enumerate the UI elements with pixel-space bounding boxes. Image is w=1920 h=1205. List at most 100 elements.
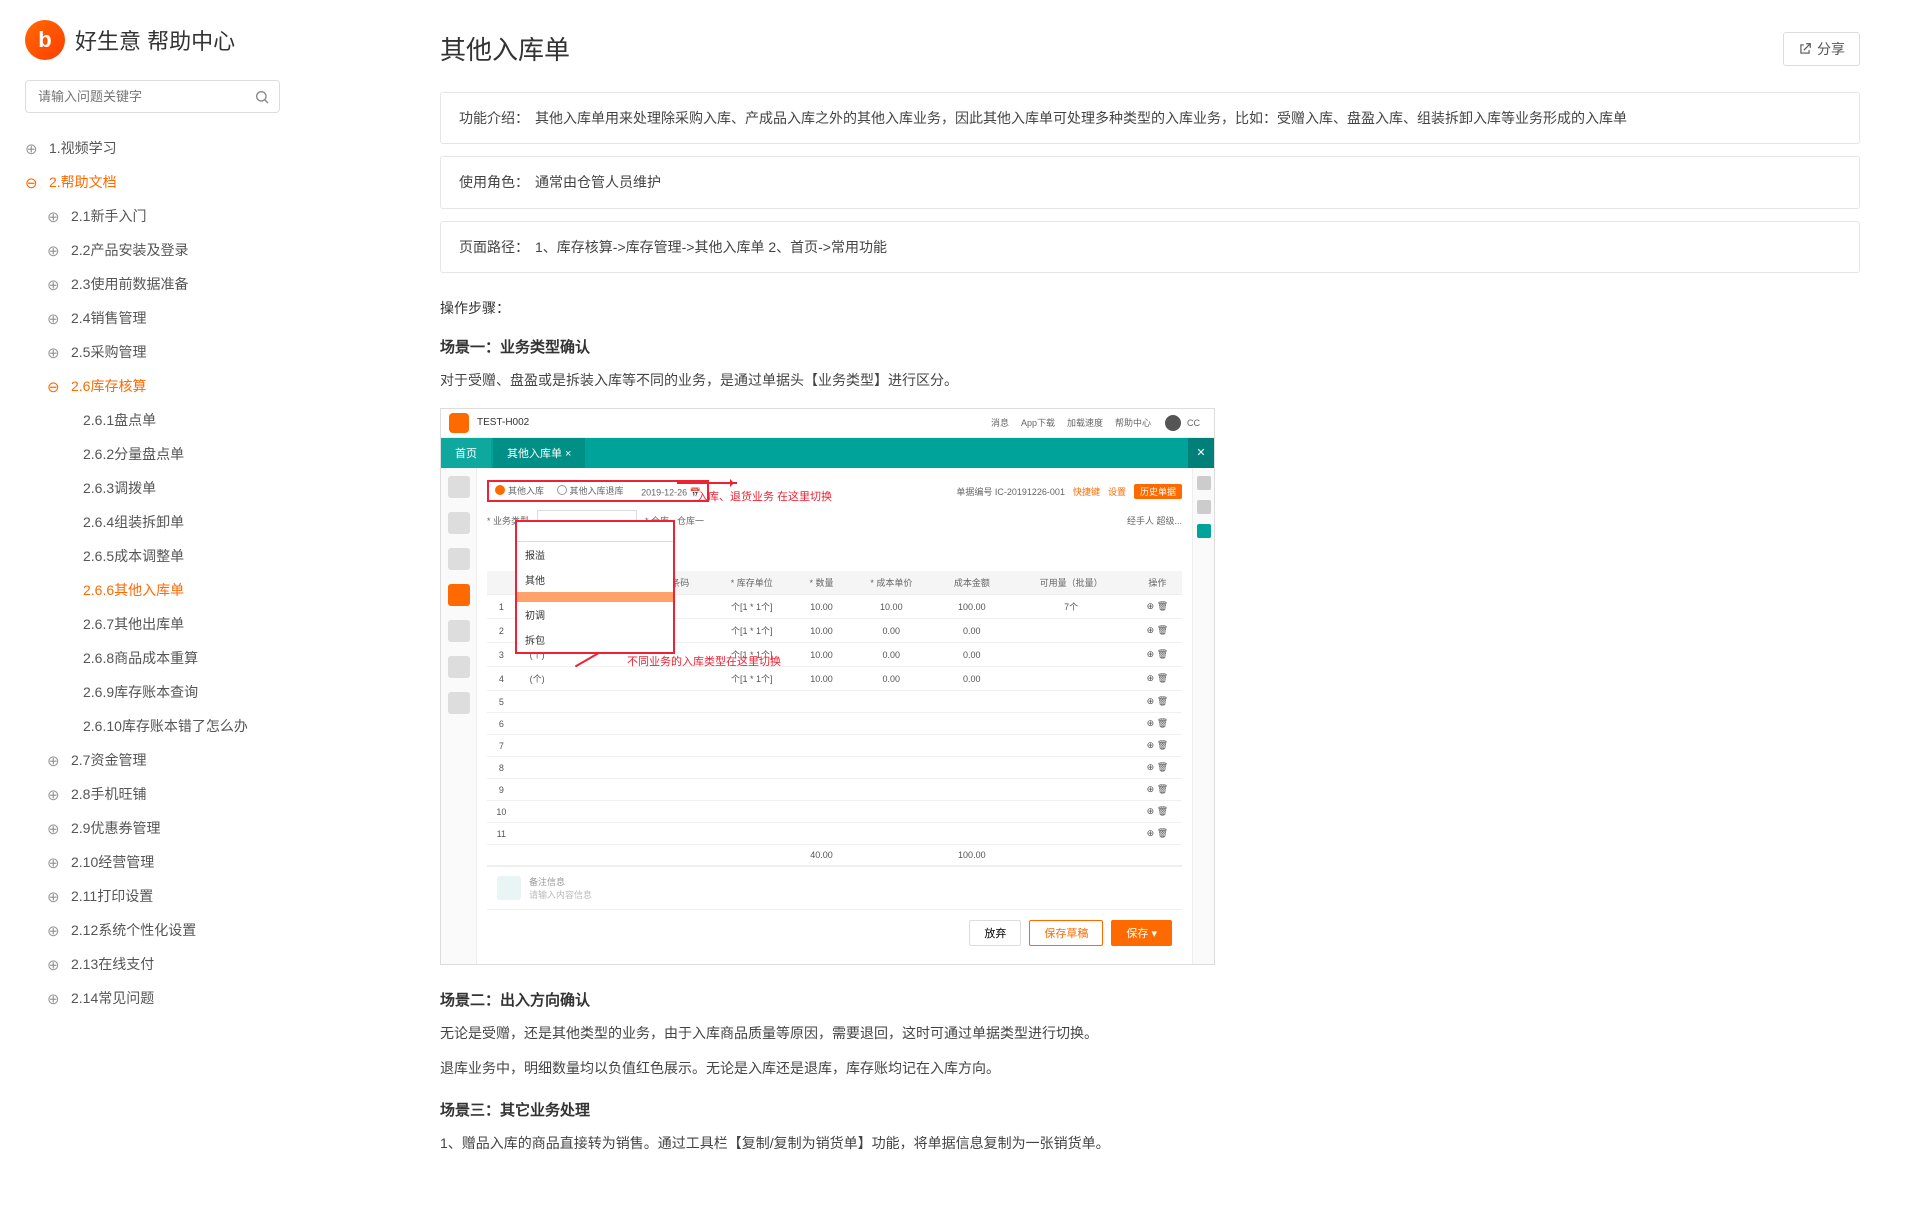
- nav-2-4[interactable]: 2.4销售管理: [25, 301, 280, 335]
- scene2-text2: 退库业务中，明细数量均以负值红色展示。无论是入库还是退库，库存账均记在入库方向。: [440, 1055, 1860, 1082]
- nav-2-11[interactable]: 2.11打印设置: [25, 879, 280, 913]
- nav-2-1[interactable]: 2.1新手入门: [25, 199, 280, 233]
- screenshot-app: TEST-H002 消息 App下载 加载速度 帮助中心 CC 首页 其他入库单…: [440, 408, 1215, 966]
- plus-icon: [25, 140, 41, 156]
- table-row: 7⊕ 🗑: [487, 735, 1182, 757]
- plus-icon: [47, 956, 63, 972]
- role-label: 使用角色：: [459, 174, 529, 190]
- nav-help-docs[interactable]: 2.帮助文档: [25, 165, 280, 199]
- ss-lefticon-active: [448, 584, 470, 606]
- remark-placeholder: 请输入内容信息: [529, 888, 592, 901]
- radio-off-icon: [557, 485, 567, 495]
- nav-label: 2.13在线支付: [71, 954, 154, 974]
- intro-text: 其他入库单用来处理除采购入库、产成品入库之外的其他入库业务，因此其他入库单可处理…: [535, 110, 1627, 126]
- ss-maker-val: 超级...: [1156, 516, 1182, 526]
- search-input[interactable]: [25, 80, 280, 113]
- nav-2-9[interactable]: 2.9优惠券管理: [25, 811, 280, 845]
- nav-2-6-9[interactable]: 2.6.9库存账本查询: [25, 675, 280, 709]
- nav-2-6-5[interactable]: 2.6.5成本调整单: [25, 539, 280, 573]
- nav-label: 2.6.8商品成本重算: [83, 648, 198, 668]
- nav-2-6-6[interactable]: 2.6.6其他入库单: [25, 573, 280, 607]
- nav-2-2[interactable]: 2.2产品安装及登录: [25, 233, 280, 267]
- ss-hlink: 设置: [1108, 485, 1126, 498]
- ss-top-link: 加载速度: [1067, 416, 1103, 429]
- scene3-title: 场景三：其它业务处理: [440, 1099, 1860, 1120]
- nav-2-6-1[interactable]: 2.6.1盘点单: [25, 403, 280, 437]
- ss-top-link: 消息: [991, 416, 1009, 429]
- nav-label: 2.6.4组装拆卸单: [83, 512, 184, 532]
- plus-icon: [47, 242, 63, 258]
- table-row: 9⊕ 🗑: [487, 779, 1182, 801]
- plus-icon: [47, 922, 63, 938]
- th: * 库存单位: [709, 571, 795, 595]
- ss-btn-draft: 保存草稿: [1029, 920, 1103, 946]
- plus-icon: [47, 344, 63, 360]
- nav-label: 2.8手机旺铺: [71, 784, 146, 804]
- ss-topbar: TEST-H002 消息 App下载 加载速度 帮助中心 CC: [441, 409, 1214, 438]
- ss-btn-cancel: 放弃: [969, 920, 1021, 946]
- path-label: 页面路径：: [459, 239, 529, 255]
- th: 操作: [1133, 571, 1182, 595]
- nav-2-14[interactable]: 2.14常见问题: [25, 981, 280, 1015]
- table-row: 4(个)个[1 * 1个]10.000.000.00⊕ 🗑: [487, 667, 1182, 691]
- ss-dropdown-opt: 初调: [517, 602, 673, 627]
- ss-lefticon: [448, 620, 470, 642]
- intro-box: 功能介绍： 其他入库单用来处理除采购入库、产成品入库之外的其他入库业务，因此其他入…: [440, 92, 1860, 144]
- nav-2-7[interactable]: 2.7资金管理: [25, 743, 280, 777]
- minus-icon: [47, 378, 63, 394]
- th: * 数量: [795, 571, 849, 595]
- minus-icon: [25, 174, 41, 190]
- nav-label: 2.10经营管理: [71, 852, 154, 872]
- table-row: 5⊕ 🗑: [487, 691, 1182, 713]
- nav-2-6-3[interactable]: 2.6.3调拨单: [25, 471, 280, 505]
- nav-2-8[interactable]: 2.8手机旺铺: [25, 777, 280, 811]
- steps-section: 操作步骤： 场景一：业务类型确认 对于受赠、盘盈或是拆装入库等不同的业务，是通过…: [440, 298, 1860, 1157]
- th: 成本金额: [934, 571, 1009, 595]
- ss-btns: 放弃 保存草稿 保存 ▾: [487, 909, 1182, 956]
- nav-2-10[interactable]: 2.10经营管理: [25, 845, 280, 879]
- nav-label: 2.12系统个性化设置: [71, 920, 196, 940]
- sum-qty: 40.00: [795, 845, 849, 866]
- nav-2-6-4[interactable]: 2.6.4组装拆卸单: [25, 505, 280, 539]
- nav-label: 2.6.5成本调整单: [83, 546, 184, 566]
- nav-2-12[interactable]: 2.12系统个性化设置: [25, 913, 280, 947]
- nav-2-6[interactable]: 2.6库存核算: [25, 369, 280, 403]
- ss-remark: 备注信息 请输入内容信息: [487, 866, 1182, 909]
- nav-label: 2.帮助文档: [49, 172, 117, 192]
- ss-filter-opt: 仓库一: [677, 514, 704, 527]
- intro-label: 功能介绍：: [459, 110, 529, 126]
- radio-label: 其他入库: [508, 484, 544, 497]
- scene1-title: 场景一：业务类型确认: [440, 336, 1860, 357]
- plus-icon: [47, 820, 63, 836]
- nav-label: 2.2产品安装及登录: [71, 240, 188, 260]
- ss-tab-home: 首页: [441, 438, 491, 468]
- nav-2-5[interactable]: 2.5采购管理: [25, 335, 280, 369]
- remark-label: 备注信息: [529, 875, 592, 888]
- ss-righticon: [1197, 500, 1211, 514]
- ss-tab-close-icon: ✕: [1188, 438, 1214, 468]
- nav-2-6-8[interactable]: 2.6.8商品成本重算: [25, 641, 280, 675]
- nav-label: 2.1新手入门: [71, 206, 146, 226]
- nav-label: 2.6.6其他入库单: [83, 580, 184, 600]
- nav-label: 2.6.10库存账本错了怎么办: [83, 716, 248, 736]
- role-box: 使用角色：通常由仓管人员维护: [440, 156, 1860, 208]
- share-button[interactable]: 分享: [1783, 32, 1860, 66]
- scene2-text1: 无论是受赠，还是其他类型的业务，由于入库商品质量等原因，需要退回，这时可通过单据…: [440, 1020, 1860, 1047]
- steps-heading: 操作步骤：: [440, 298, 1860, 318]
- ss-dropdown-opt: 其他: [517, 567, 673, 592]
- plus-icon: [47, 854, 63, 870]
- ss-lefticon: [448, 692, 470, 714]
- plus-icon: [47, 990, 63, 1006]
- nav-2-3[interactable]: 2.3使用前数据准备: [25, 267, 280, 301]
- nav-2-13[interactable]: 2.13在线支付: [25, 947, 280, 981]
- ss-hlink: 快捷键: [1073, 485, 1100, 498]
- nav-video[interactable]: 1.视频学习: [25, 131, 280, 165]
- logo-icon: b: [25, 20, 65, 60]
- nav-2-6-10[interactable]: 2.6.10库存账本错了怎么办: [25, 709, 280, 743]
- ss-username: CC: [1187, 418, 1200, 428]
- plus-icon: [47, 752, 63, 768]
- ss-dropdown-opt: 拆包: [517, 627, 673, 652]
- nav-2-6-7[interactable]: 2.6.7其他出库单: [25, 607, 280, 641]
- ss-btn-save: 保存 ▾: [1111, 920, 1172, 946]
- nav-2-6-2[interactable]: 2.6.2分量盘点单: [25, 437, 280, 471]
